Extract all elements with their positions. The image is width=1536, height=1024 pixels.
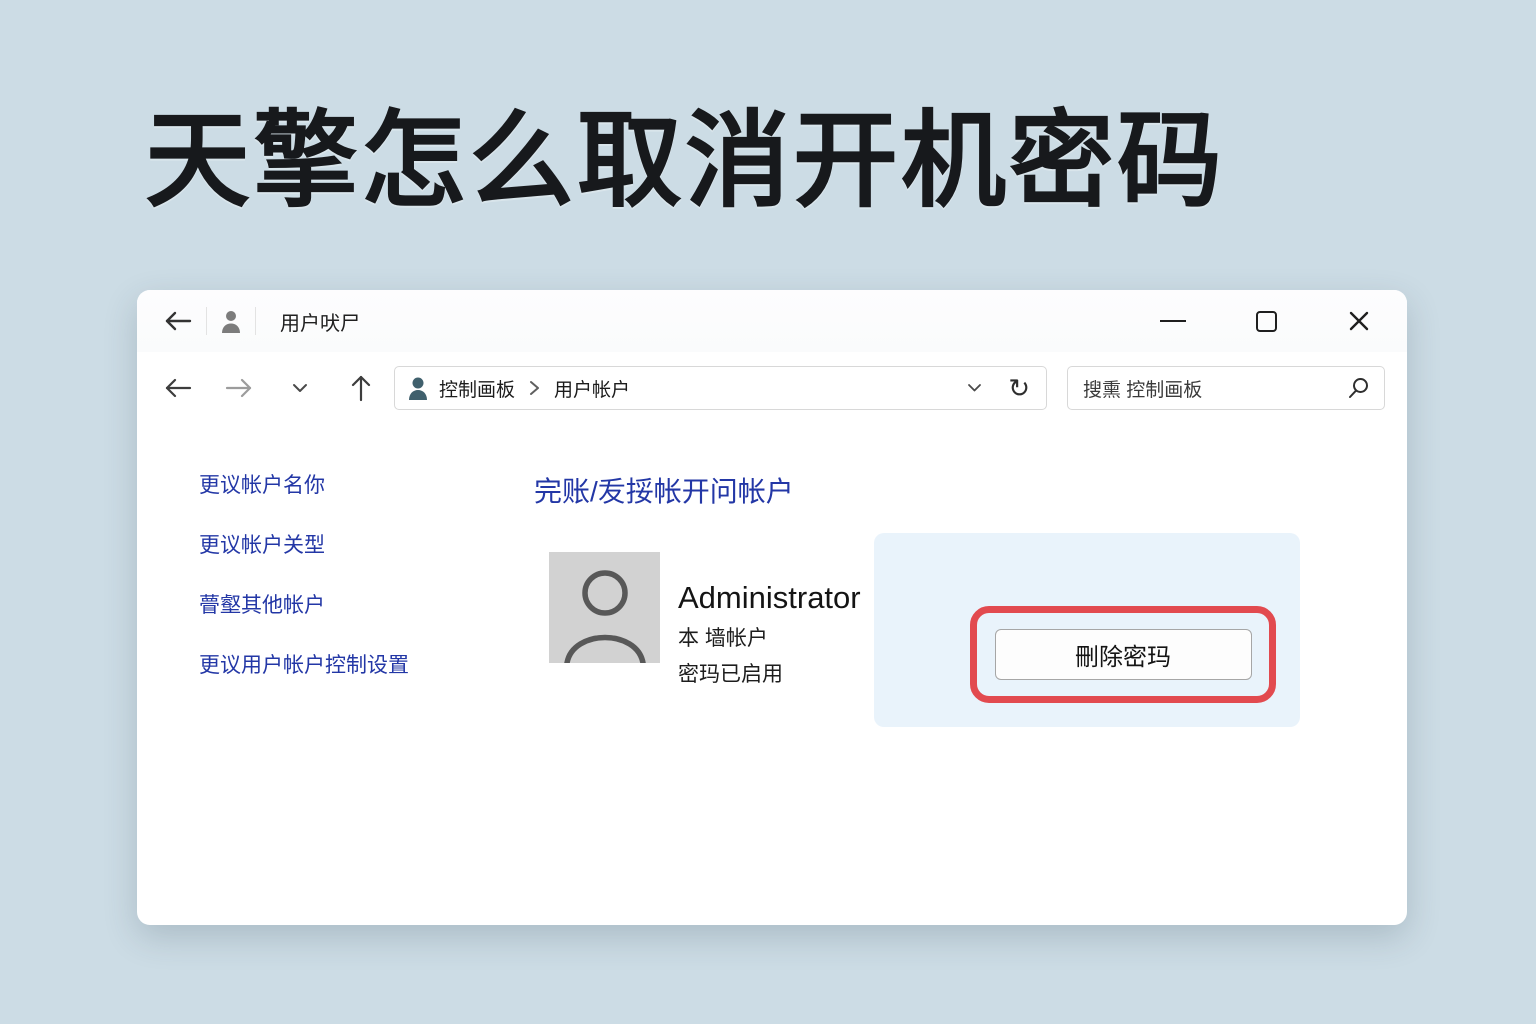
delete-password-button[interactable]: 刪除密玛: [994, 629, 1252, 680]
maximize-button[interactable]: [1242, 301, 1290, 341]
password-status-label: 密玛已启用: [678, 663, 783, 686]
navigation-toolbar: 控制画板 用户帐户 ↻ 搜熏 控制画板: [137, 352, 1407, 424]
location-user-icon: [407, 376, 429, 400]
titlebar-back-icon[interactable]: [163, 309, 193, 333]
chevron-down-icon: [292, 383, 307, 392]
up-arrow-icon: [351, 375, 370, 402]
address-dropdown-icon[interactable]: [967, 383, 982, 393]
maximize-icon: [1255, 310, 1277, 332]
search-input[interactable]: 搜熏 控制画板: [1067, 366, 1385, 410]
titlebar-divider-2: [255, 307, 256, 335]
red-highlight-box: 刪除密玛: [970, 606, 1276, 703]
nav-forward-button[interactable]: [208, 377, 269, 399]
breadcrumb-root[interactable]: 控制画板: [439, 375, 515, 402]
refresh-icon[interactable]: ↻: [1008, 375, 1030, 401]
nav-up-button[interactable]: [330, 374, 391, 402]
person-outline-icon: [563, 570, 646, 663]
task-sidebar: 更议帐户名你 更议帐户关型 瞢壑其他帐户 更议用户帐户控制设置: [199, 469, 409, 679]
forward-arrow-icon: [225, 378, 251, 398]
titlebar-divider: [206, 307, 207, 335]
sidebar-item-change-uac-settings[interactable]: 更议用户帐户控制设置: [199, 649, 409, 679]
search-icon[interactable]: [1347, 377, 1369, 399]
address-bar[interactable]: 控制画板 用户帐户 ↻: [394, 366, 1047, 410]
page-heading: 完账/叐挼帐开问帐户: [534, 476, 794, 507]
sidebar-item-manage-other-accounts[interactable]: 瞢壑其他帐户: [199, 589, 409, 619]
app-title: 用户吠尸: [280, 312, 360, 335]
nav-recent-pages-button[interactable]: [269, 383, 330, 394]
account-type-label: 本 墙帐户: [678, 627, 768, 650]
user-accounts-window: 用户吠尸 控制画板 用户帐户 ↻ 搜熏 控制画板 更议帐户名你 更议帐户关型 瞢…: [137, 290, 1407, 925]
minimize-button[interactable]: [1149, 301, 1197, 341]
breadcrumb-chevron-icon: [529, 380, 540, 396]
titlebar: 用户吠尸: [137, 290, 1407, 352]
close-button[interactable]: [1335, 301, 1383, 341]
minimize-icon: [1160, 320, 1186, 322]
nav-back-button[interactable]: [147, 377, 208, 399]
page-title: 天擎怎么取消开机密码: [145, 103, 1226, 220]
app-user-icon: [220, 309, 242, 333]
sidebar-item-change-account-name[interactable]: 更议帐户名你: [199, 469, 409, 499]
window-controls: [1104, 301, 1407, 341]
back-arrow-icon: [165, 378, 191, 398]
sidebar-item-change-account-type[interactable]: 更议帐户关型: [199, 529, 409, 559]
account-name: Administrator: [678, 580, 861, 615]
breadcrumb-current[interactable]: 用户帐户: [554, 375, 630, 402]
close-icon: [1349, 311, 1369, 331]
search-placeholder: 搜熏 控制画板: [1083, 379, 1203, 401]
avatar: [549, 552, 660, 663]
